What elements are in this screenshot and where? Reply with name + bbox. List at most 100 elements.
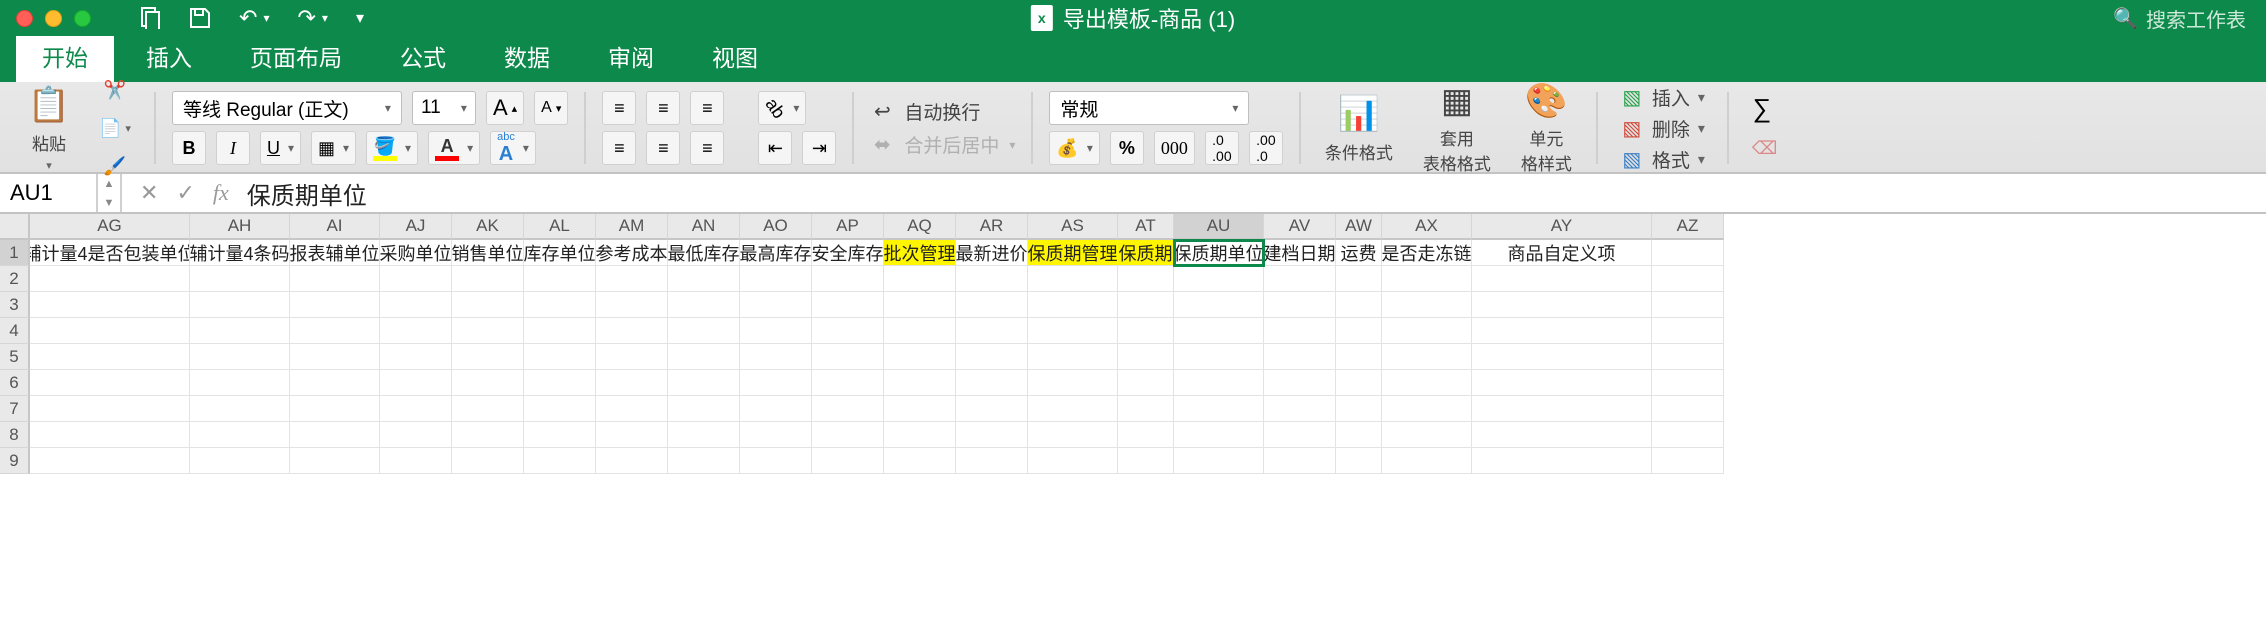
- cell[interactable]: [1264, 318, 1336, 344]
- cell[interactable]: [884, 292, 956, 318]
- cell[interactable]: [1472, 266, 1652, 292]
- orientation-button[interactable]: ab: [758, 91, 806, 125]
- column-header[interactable]: AW: [1336, 214, 1382, 240]
- cell[interactable]: [1264, 292, 1336, 318]
- cell[interactable]: [190, 318, 290, 344]
- cell[interactable]: [1174, 266, 1264, 292]
- cell[interactable]: [1472, 370, 1652, 396]
- paste-button[interactable]: 📋 粘贴 ▾: [20, 84, 78, 172]
- column-header[interactable]: AK: [452, 214, 524, 240]
- font-name-select[interactable]: 等线 Regular (正文)▾: [172, 91, 402, 125]
- cell[interactable]: [812, 448, 884, 474]
- align-bottom-button[interactable]: ≡: [690, 91, 724, 125]
- cell[interactable]: [1028, 422, 1118, 448]
- cell[interactable]: [1336, 318, 1382, 344]
- cell[interactable]: [1336, 396, 1382, 422]
- cell[interactable]: [1336, 422, 1382, 448]
- cell[interactable]: [452, 370, 524, 396]
- cut-button[interactable]: ✂️: [92, 73, 138, 107]
- cell[interactable]: [1652, 266, 1724, 292]
- column-header[interactable]: AI: [290, 214, 380, 240]
- cell[interactable]: [524, 292, 596, 318]
- cell[interactable]: [812, 266, 884, 292]
- cell[interactable]: [1028, 318, 1118, 344]
- qat-save-icon[interactable]: [189, 7, 211, 29]
- cell[interactable]: 最新进价: [956, 240, 1028, 266]
- cell[interactable]: 建档日期: [1264, 240, 1336, 266]
- cell[interactable]: [956, 370, 1028, 396]
- cell[interactable]: [1028, 266, 1118, 292]
- cell[interactable]: [290, 370, 380, 396]
- cell[interactable]: [290, 292, 380, 318]
- cell[interactable]: [524, 266, 596, 292]
- cell[interactable]: 参考成本: [596, 240, 668, 266]
- cell[interactable]: [668, 396, 740, 422]
- cell[interactable]: [668, 318, 740, 344]
- cell[interactable]: [1264, 266, 1336, 292]
- column-header[interactable]: AQ: [884, 214, 956, 240]
- cell[interactable]: [1118, 448, 1174, 474]
- cell[interactable]: [1472, 396, 1652, 422]
- cell[interactable]: [30, 344, 190, 370]
- cell[interactable]: [956, 266, 1028, 292]
- cell[interactable]: [1264, 448, 1336, 474]
- cell[interactable]: [1472, 448, 1652, 474]
- cell[interactable]: [740, 396, 812, 422]
- number-format-select[interactable]: 常规▾: [1049, 91, 1249, 125]
- row-header[interactable]: 9: [0, 448, 30, 474]
- column-header[interactable]: AV: [1264, 214, 1336, 240]
- cell[interactable]: [1174, 422, 1264, 448]
- indent-increase-button[interactable]: ⇥: [802, 131, 836, 165]
- comma-button[interactable]: 000: [1154, 131, 1195, 165]
- zoom-icon[interactable]: [74, 10, 91, 27]
- column-header[interactable]: AH: [190, 214, 290, 240]
- cell[interactable]: [668, 448, 740, 474]
- clear-button[interactable]: ⌫: [1745, 131, 1784, 165]
- cell[interactable]: [884, 318, 956, 344]
- cell[interactable]: [740, 448, 812, 474]
- align-left-button[interactable]: ≡: [602, 131, 636, 165]
- cell[interactable]: [740, 292, 812, 318]
- cell[interactable]: [812, 318, 884, 344]
- cell[interactable]: [30, 266, 190, 292]
- font-color-button[interactable]: A: [428, 131, 480, 165]
- column-header[interactable]: AM: [596, 214, 668, 240]
- tab-review[interactable]: 审阅: [582, 32, 680, 82]
- cell[interactable]: [1472, 292, 1652, 318]
- cell[interactable]: [30, 422, 190, 448]
- format-painter-button[interactable]: 🖌️: [92, 149, 138, 183]
- cell[interactable]: [1652, 422, 1724, 448]
- row-header[interactable]: 4: [0, 318, 30, 344]
- column-header[interactable]: AZ: [1652, 214, 1724, 240]
- cell[interactable]: [1264, 344, 1336, 370]
- cell[interactable]: [452, 396, 524, 422]
- cell[interactable]: [380, 292, 452, 318]
- bold-button[interactable]: B: [172, 131, 206, 165]
- cell[interactable]: 库存单位: [524, 240, 596, 266]
- cell[interactable]: [1264, 396, 1336, 422]
- cell[interactable]: 保质期: [1118, 240, 1174, 266]
- cell[interactable]: [884, 266, 956, 292]
- cell[interactable]: [1382, 318, 1472, 344]
- cell[interactable]: [596, 318, 668, 344]
- cell[interactable]: [596, 448, 668, 474]
- cell[interactable]: [290, 396, 380, 422]
- select-all-corner[interactable]: [0, 214, 30, 240]
- cell[interactable]: [1118, 292, 1174, 318]
- cell[interactable]: [1382, 422, 1472, 448]
- align-center-button[interactable]: ≡: [646, 131, 680, 165]
- cell[interactable]: [956, 344, 1028, 370]
- tab-formulas[interactable]: 公式: [374, 32, 472, 82]
- cell[interactable]: [290, 318, 380, 344]
- qat-filenew-icon[interactable]: [141, 7, 161, 29]
- cell[interactable]: [1174, 318, 1264, 344]
- cell[interactable]: 辅计量4是否包装单位: [30, 240, 190, 266]
- column-header[interactable]: AY: [1472, 214, 1652, 240]
- decrease-decimal-button[interactable]: .00.0: [1249, 131, 1283, 165]
- underline-button[interactable]: U: [260, 131, 301, 165]
- cell[interactable]: [956, 396, 1028, 422]
- cell[interactable]: [380, 344, 452, 370]
- cell[interactable]: [380, 370, 452, 396]
- cell[interactable]: [596, 370, 668, 396]
- cell[interactable]: [1118, 318, 1174, 344]
